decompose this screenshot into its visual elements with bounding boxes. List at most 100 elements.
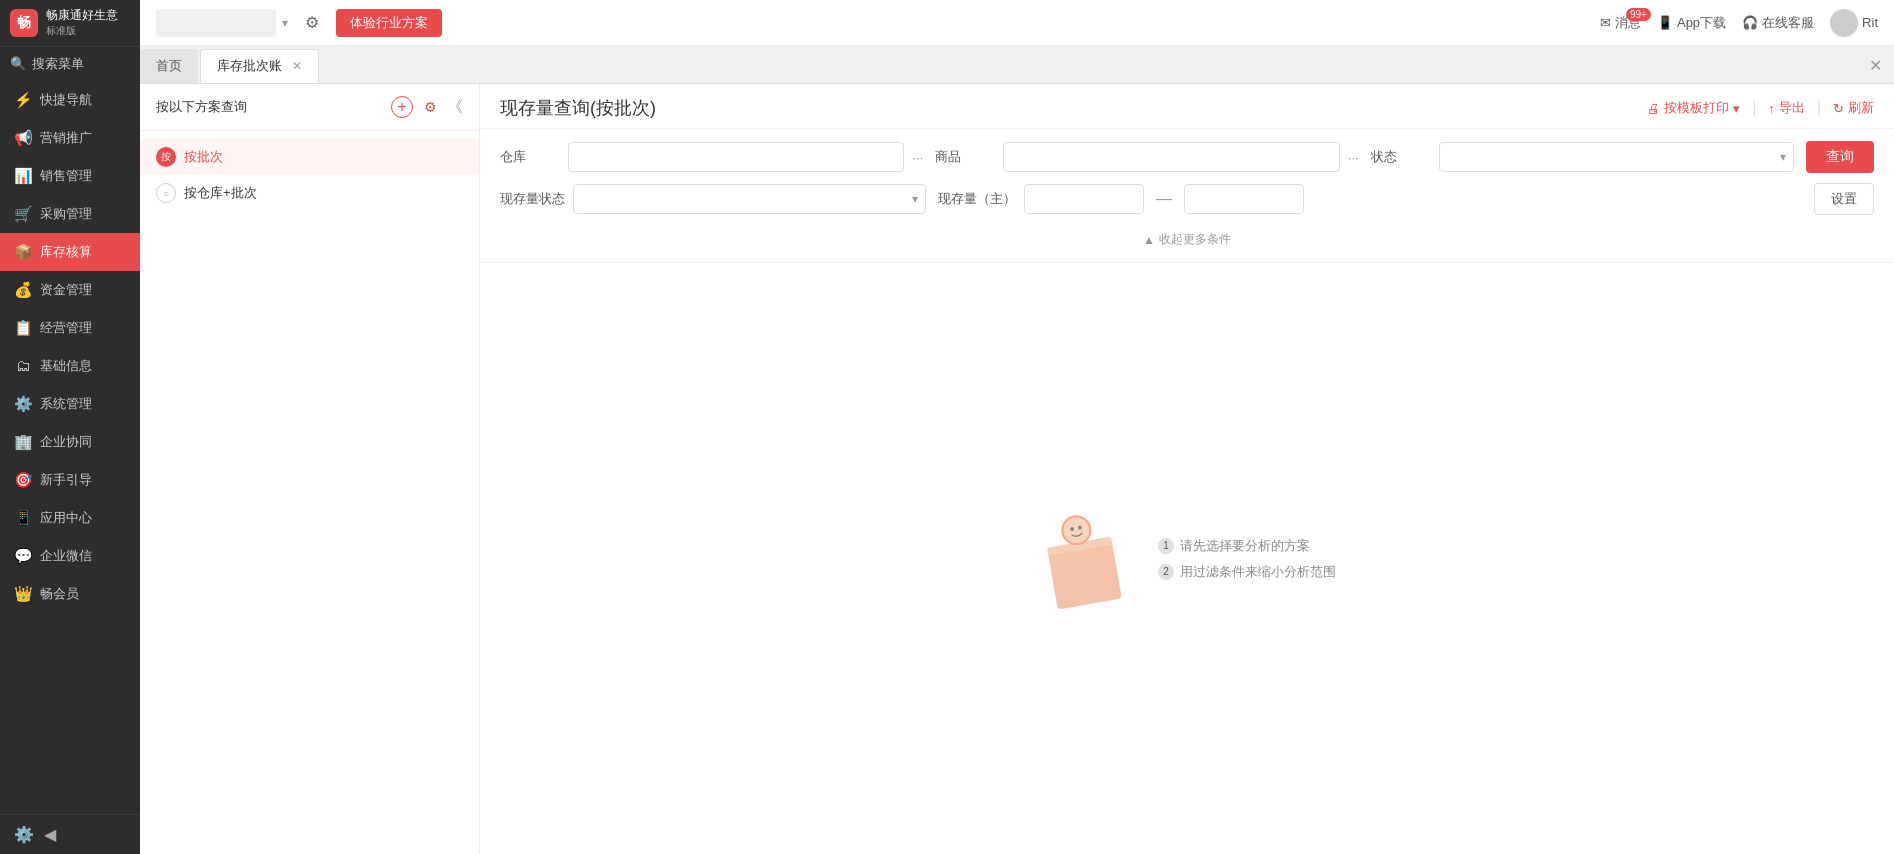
messages-badge: 99+ <box>1626 8 1651 21</box>
topbar-input-area: ▾ <box>156 9 288 37</box>
marketing-icon: 📢 <box>14 129 32 147</box>
product-input[interactable] <box>1003 142 1339 172</box>
sidebar-item-purchase[interactable]: 🛒 采购管理 <box>0 195 140 233</box>
sidebar-item-label: 应用中心 <box>40 509 92 527</box>
collapse-filters-button[interactable]: ▲ 收起更多条件 <box>500 225 1874 250</box>
printer-icon: 🖨 <box>1647 101 1660 116</box>
sidebar-item-label: 企业协同 <box>40 433 92 451</box>
status-select-wrap: ▾ <box>1439 142 1794 172</box>
sidebar-item-wechat[interactable]: 💬 企业微信 <box>0 537 140 575</box>
sidebar-item-sales[interactable]: 📊 销售管理 <box>0 157 140 195</box>
sidebar-item-guide[interactable]: 🎯 新手引导 <box>0 461 140 499</box>
member-icon: 👑 <box>14 585 32 603</box>
dropdown-arrow-icon[interactable]: ▾ <box>282 16 288 30</box>
collapse-label: 收起更多条件 <box>1159 231 1231 248</box>
close-all-tabs-icon[interactable]: ✕ <box>1869 55 1882 74</box>
warehouse-input[interactable] <box>568 142 904 172</box>
export-button[interactable]: ↑ 导出 <box>1768 99 1805 117</box>
enterprise-icon: 🏢 <box>14 433 32 451</box>
sidebar-item-member[interactable]: 👑 畅会员 <box>0 575 140 613</box>
industry-solution-button[interactable]: 体验行业方案 <box>336 9 442 37</box>
plan-settings-icon[interactable]: ⚙ <box>419 96 441 118</box>
collapse-up-icon: ▲ <box>1143 233 1155 247</box>
inventory-status-label: 现存量状态 <box>500 190 565 208</box>
export-label: 导出 <box>1779 99 1805 117</box>
sidebar-item-finance[interactable]: 💰 资金管理 <box>0 271 140 309</box>
topbar-actions: ✉ 消息 99+ 📱 App下载 🎧 在线客服 Rit <box>1600 9 1878 37</box>
sidebar-item-label: 采购管理 <box>40 205 92 223</box>
sep1: | <box>1752 99 1756 117</box>
filter-row-1: 仓库 ··· 商品 ··· 状态 <box>500 141 1874 173</box>
add-plan-button[interactable]: + <box>391 96 413 118</box>
messages-button[interactable]: ✉ 消息 99+ <box>1600 14 1641 32</box>
print-label: 按模板打印 <box>1664 99 1729 117</box>
status-select[interactable] <box>1439 142 1794 172</box>
left-panel-actions: + ⚙ 《 <box>391 96 463 118</box>
sidebar-item-enterprise[interactable]: 🏢 企业协同 <box>0 423 140 461</box>
inventory-status-select-wrap: ▾ <box>573 184 926 214</box>
tab-home[interactable]: 首页 <box>140 49 198 83</box>
refresh-button[interactable]: ↻ 刷新 <box>1833 99 1874 117</box>
print-button[interactable]: 🖨 按模板打印 ▾ <box>1647 99 1740 117</box>
app-download-icon: 📱 <box>1657 15 1673 30</box>
warehouse-more-icon[interactable]: ··· <box>912 150 923 165</box>
settings-button[interactable]: 设置 <box>1814 183 1874 215</box>
sidebar-footer: ⚙️ ◀ <box>0 814 140 854</box>
sidebar-search[interactable]: 🔍 搜索菜单 <box>0 47 140 81</box>
warehouse-filter: 仓库 ··· <box>500 142 923 172</box>
page-content: 按以下方案查询 + ⚙ 《 按 按批次 ○ 按仓库+批次 <box>140 84 1894 854</box>
sidebar-item-system[interactable]: ⚙️ 系统管理 <box>0 385 140 423</box>
sidebar-item-inventory[interactable]: 📦 库存核算 <box>0 233 140 271</box>
sidebar-header: 畅 畅康通好生意 标准版 <box>0 0 140 47</box>
sidebar-item-label: 经营管理 <box>40 319 92 337</box>
product-more-icon[interactable]: ··· <box>1348 150 1359 165</box>
sidebar-item-marketing[interactable]: 📢 营销推广 <box>0 119 140 157</box>
inventory-qty-min-input[interactable] <box>1024 184 1144 214</box>
tab-close-icon[interactable]: ✕ <box>292 59 302 73</box>
sep2: | <box>1817 99 1821 117</box>
plan-item-warehouse-batch[interactable]: ○ 按仓库+批次 <box>140 175 479 211</box>
system-icon: ⚙️ <box>14 395 32 413</box>
export-icon: ↑ <box>1768 101 1775 116</box>
filter-row-2: 现存量状态 ▾ 现存量（主） — <box>500 183 1874 215</box>
app-download-button[interactable]: 📱 App下载 <box>1657 14 1726 32</box>
basics-icon: 🗂 <box>14 357 32 375</box>
tab-inventory-batch[interactable]: 库存批次账 ✕ <box>200 49 319 83</box>
quick-nav-icon: ⚡ <box>14 91 32 109</box>
inventory-status-select[interactable] <box>573 184 926 214</box>
hint-num-1: 1 <box>1158 538 1174 554</box>
sidebar-item-operations[interactable]: 📋 经营管理 <box>0 309 140 347</box>
page-title: 现存量查询(按批次) <box>500 96 656 120</box>
app-download-label: App下载 <box>1677 14 1726 32</box>
plan-item-label: 按仓库+批次 <box>184 184 257 202</box>
online-service-button[interactable]: 🎧 在线客服 <box>1742 14 1814 32</box>
left-panel-title: 按以下方案查询 <box>156 98 247 116</box>
left-panel-header: 按以下方案查询 + ⚙ 《 <box>140 84 479 131</box>
sidebar-item-app[interactable]: 📱 应用中心 <box>0 499 140 537</box>
sidebar-item-basics[interactable]: 🗂 基础信息 <box>0 347 140 385</box>
breadcrumb-input[interactable] <box>156 9 276 37</box>
settings-footer-icon[interactable]: ⚙️ <box>14 825 34 844</box>
query-button[interactable]: 查询 <box>1806 141 1874 173</box>
purchase-icon: 🛒 <box>14 205 32 223</box>
message-icon: ✉ <box>1600 15 1611 30</box>
collapse-sidebar-icon[interactable]: ◀ <box>44 825 56 844</box>
sidebar-item-label: 畅会员 <box>40 585 79 603</box>
status-filter: 状态 ▾ <box>1371 142 1794 172</box>
finance-icon: 💰 <box>14 281 32 299</box>
page-title-actions: 🖨 按模板打印 ▾ | ↑ 导出 | ↻ 刷新 <box>1647 99 1874 117</box>
user-menu[interactable]: Rit <box>1830 9 1878 37</box>
page-title-bar: 现存量查询(按批次) 🖨 按模板打印 ▾ | ↑ 导出 | ↻ <box>480 84 1894 129</box>
tab-inventory-batch-label: 库存批次账 <box>217 57 282 75</box>
inventory-qty-max-input[interactable] <box>1184 184 1304 214</box>
app-icon: 📱 <box>14 509 32 527</box>
sidebar-item-quick-nav[interactable]: ⚡ 快捷导航 <box>0 81 140 119</box>
plan-item-batch[interactable]: 按 按批次 <box>140 139 479 175</box>
sidebar-item-label: 企业微信 <box>40 547 92 565</box>
topbar: ▾ ⚙ 体验行业方案 ✉ 消息 99+ 📱 App下载 🎧 在线客服 Rit <box>140 0 1894 46</box>
print-dropdown-icon[interactable]: ▾ <box>1733 101 1740 116</box>
search-icon: 🔍 <box>10 56 26 71</box>
sidebar-item-label: 营销推广 <box>40 129 92 147</box>
topbar-gear-icon[interactable]: ⚙ <box>298 9 326 37</box>
collapse-panel-icon[interactable]: 《 <box>447 97 463 118</box>
